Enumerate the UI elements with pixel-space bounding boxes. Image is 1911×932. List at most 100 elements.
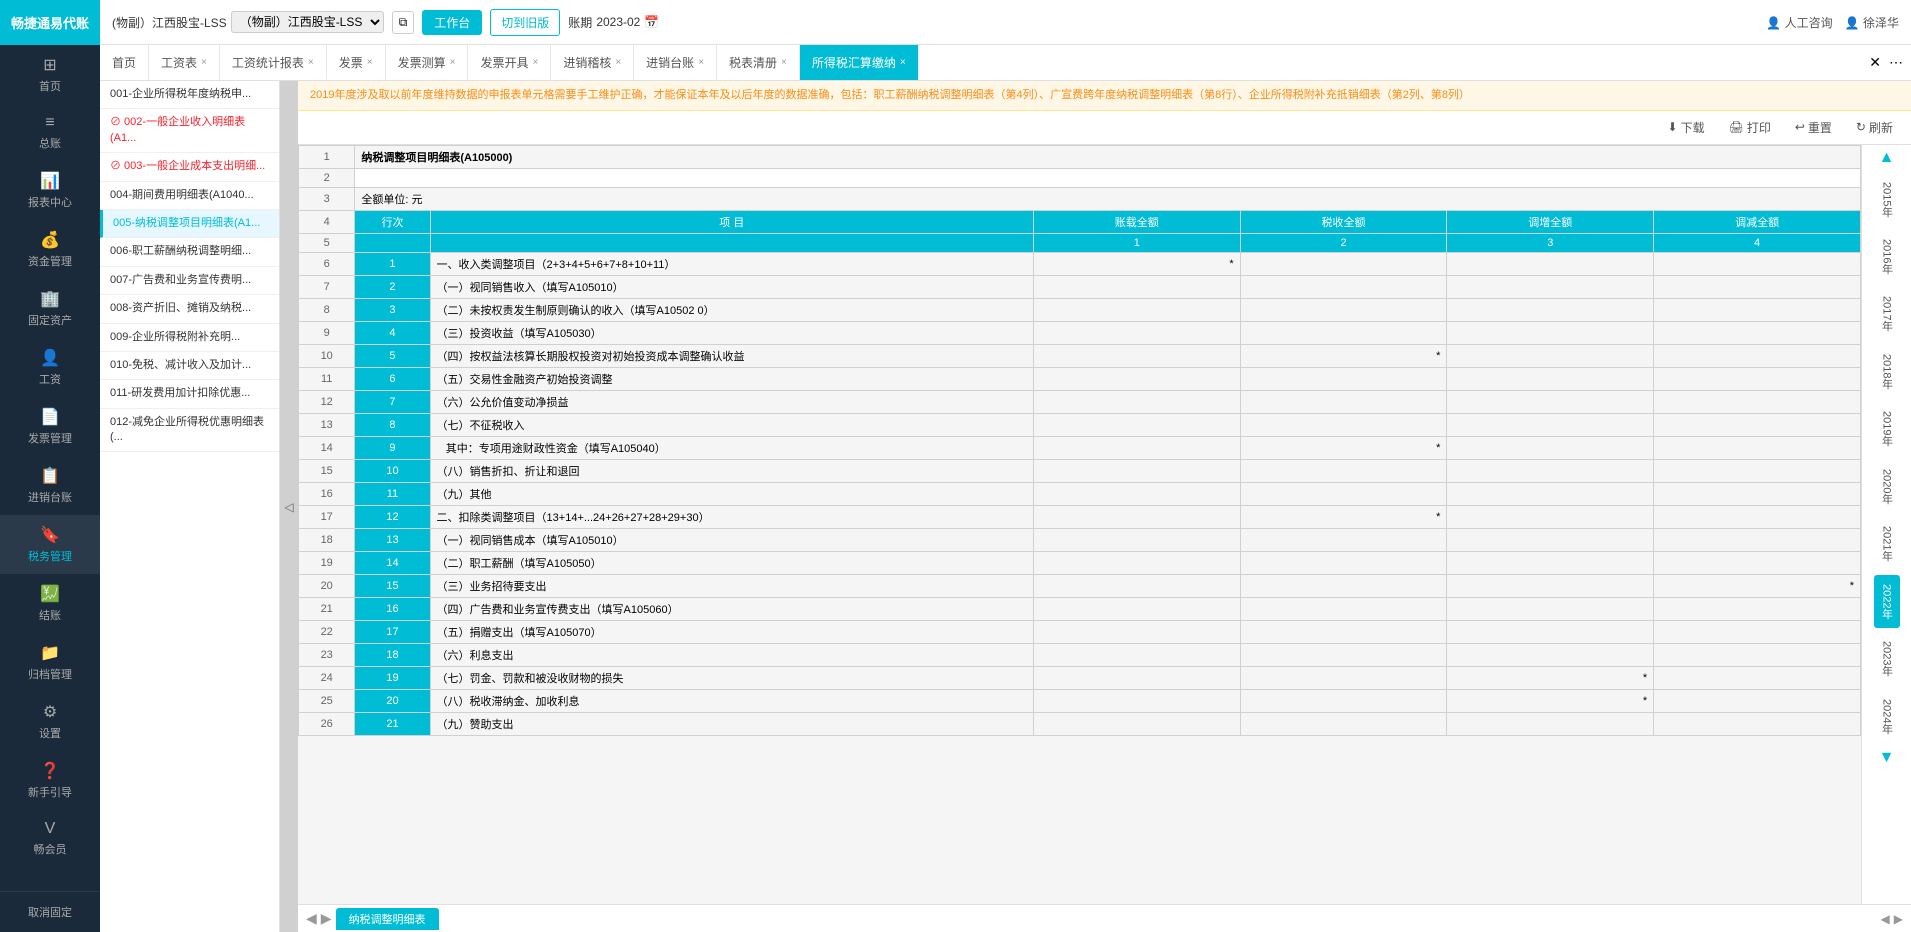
tab-purchase-ledger-close[interactable]: × [698, 57, 704, 68]
cell-c3[interactable] [1447, 620, 1654, 643]
cell-c1[interactable] [1033, 689, 1240, 712]
unfix-button[interactable]: 取消固定 [4, 900, 96, 924]
tab-salary[interactable]: 工资表 × [149, 45, 220, 81]
h-scroll-left[interactable]: ◀ [1881, 912, 1890, 926]
cell-c2[interactable] [1240, 597, 1447, 620]
support-link[interactable]: 👤 人工咨询 [1766, 14, 1832, 31]
tab-invoice[interactable]: 发票 × [327, 45, 386, 81]
old-version-button[interactable]: 切到旧版 [490, 9, 560, 36]
year-nav-down[interactable]: ▼ [1875, 745, 1899, 771]
sidebar-item-vip[interactable]: V 畅会员 [0, 810, 100, 867]
cell-c2[interactable] [1240, 321, 1447, 344]
tab-purchase-ledger[interactable]: 进销台账 × [634, 45, 717, 81]
cell-c2[interactable] [1240, 643, 1447, 666]
cell-c1[interactable] [1033, 344, 1240, 367]
company-dropdown[interactable]: （物副）江西股宝-LSS [231, 11, 384, 33]
sidebar-item-guide[interactable]: ❓ 新手引导 [0, 751, 100, 810]
tab-invoice-open-close[interactable]: × [532, 57, 538, 68]
cell-c4[interactable] [1654, 367, 1861, 390]
cell-c4[interactable] [1654, 459, 1861, 482]
year-item-2016[interactable]: 2016年 [1874, 230, 1900, 283]
cell-c4[interactable] [1654, 551, 1861, 574]
sidebar-item-archive[interactable]: 📁 归档管理 [0, 633, 100, 692]
cell-c2[interactable] [1240, 712, 1447, 735]
left-item-003[interactable]: ⊘ 003-一般企业成本支出明细... [100, 153, 279, 181]
cell-c3[interactable] [1447, 367, 1654, 390]
cell-c2[interactable] [1240, 620, 1447, 643]
cell-c4[interactable] [1654, 712, 1861, 735]
cell-c1[interactable] [1033, 367, 1240, 390]
tab-income-tax[interactable]: 所得税汇算缴纳 × [800, 45, 919, 81]
panel-toggle[interactable]: ◁ [280, 81, 298, 932]
cell-c2[interactable] [1240, 689, 1447, 712]
cell-c2[interactable] [1240, 551, 1447, 574]
year-item-2018[interactable]: 2018年 [1874, 345, 1900, 398]
sidebar-item-purchase-sales[interactable]: 📋 进销台账 [0, 456, 100, 515]
cell-c3[interactable] [1447, 643, 1654, 666]
left-item-004[interactable]: 004-期间费用明细表(A1040... [100, 182, 279, 210]
sidebar-item-ledger[interactable]: ≡ 总账 [0, 104, 100, 161]
left-item-006[interactable]: 006-职工薪酬纳税调整明细... [100, 238, 279, 266]
cell-c1[interactable] [1033, 666, 1240, 689]
cell-c3[interactable] [1447, 482, 1654, 505]
year-item-2019[interactable]: 2019年 [1874, 402, 1900, 455]
tab-tax-list-close[interactable]: × [781, 57, 787, 68]
left-item-010[interactable]: 010-免税、减计收入及加计... [100, 352, 279, 380]
cell-c3[interactable] [1447, 505, 1654, 528]
cell-c3[interactable]: * [1447, 666, 1654, 689]
cell-c2[interactable] [1240, 367, 1447, 390]
tab-tax-list[interactable]: 税表清册 × [717, 45, 800, 81]
tab-invoice-calc-close[interactable]: × [450, 57, 456, 68]
close-all-icon[interactable]: ✕ [1869, 54, 1881, 71]
cell-c1[interactable] [1033, 643, 1240, 666]
cell-c1[interactable] [1033, 413, 1240, 436]
year-item-2020[interactable]: 2020年 [1874, 460, 1900, 513]
cell-c3[interactable] [1447, 597, 1654, 620]
cell-c2[interactable] [1240, 666, 1447, 689]
cell-c1[interactable] [1033, 275, 1240, 298]
user-avatar[interactable]: 👤 徐泽华 [1845, 14, 1899, 31]
left-item-005[interactable]: 005-纳税调整项目明细表(A1... [100, 210, 279, 238]
cell-c1[interactable] [1033, 390, 1240, 413]
cell-c4[interactable] [1654, 390, 1861, 413]
calendar-icon[interactable]: 📅 [644, 15, 659, 29]
year-item-2015[interactable]: 2015年 [1874, 173, 1900, 226]
cell-c1[interactable] [1033, 482, 1240, 505]
refresh-button[interactable]: ↻ 刷新 [1850, 117, 1899, 138]
sidebar-item-closing[interactable]: 💹 结账 [0, 574, 100, 633]
cell-c4[interactable] [1654, 620, 1861, 643]
cell-c2[interactable] [1240, 459, 1447, 482]
cell-c4[interactable] [1654, 689, 1861, 712]
cell-c1[interactable] [1033, 505, 1240, 528]
year-nav-up[interactable]: ▲ [1875, 145, 1899, 171]
sidebar-item-salary[interactable]: 👤 工资 [0, 338, 100, 397]
tab-salary-stats-close[interactable]: × [308, 57, 314, 68]
tab-salary-stats[interactable]: 工资统计报表 × [220, 45, 327, 81]
cell-c3[interactable] [1447, 551, 1654, 574]
cell-c1[interactable] [1033, 620, 1240, 643]
cell-c3[interactable] [1447, 574, 1654, 597]
cell-c4[interactable] [1654, 413, 1861, 436]
cell-c4[interactable] [1654, 275, 1861, 298]
workbench-button[interactable]: 工作台 [422, 10, 482, 35]
cell-c4[interactable] [1654, 252, 1861, 275]
year-item-2021[interactable]: 2021年 [1874, 517, 1900, 570]
sidebar-item-reports[interactable]: 📊 报表中心 [0, 161, 100, 220]
tab-scroll-left[interactable]: ◀ [306, 910, 317, 927]
tab-salary-close[interactable]: × [201, 57, 207, 68]
cell-c1[interactable] [1033, 298, 1240, 321]
cell-c2[interactable] [1240, 574, 1447, 597]
tab-invoice-calc[interactable]: 发票测算 × [386, 45, 469, 81]
cell-c3[interactable] [1447, 413, 1654, 436]
cell-c3[interactable] [1447, 275, 1654, 298]
cell-c1[interactable] [1033, 321, 1240, 344]
cell-c2[interactable]: * [1240, 344, 1447, 367]
cell-c4[interactable] [1654, 643, 1861, 666]
left-item-012[interactable]: 012-减免企业所得税优惠明细表(... [100, 409, 279, 453]
sidebar-item-tax[interactable]: 🔖 税务管理 [0, 515, 100, 574]
tab-scroll-right[interactable]: ▶ [321, 910, 332, 927]
cell-c3[interactable] [1447, 459, 1654, 482]
cell-c4[interactable] [1654, 436, 1861, 459]
cell-c4[interactable] [1654, 482, 1861, 505]
cell-c2[interactable] [1240, 390, 1447, 413]
